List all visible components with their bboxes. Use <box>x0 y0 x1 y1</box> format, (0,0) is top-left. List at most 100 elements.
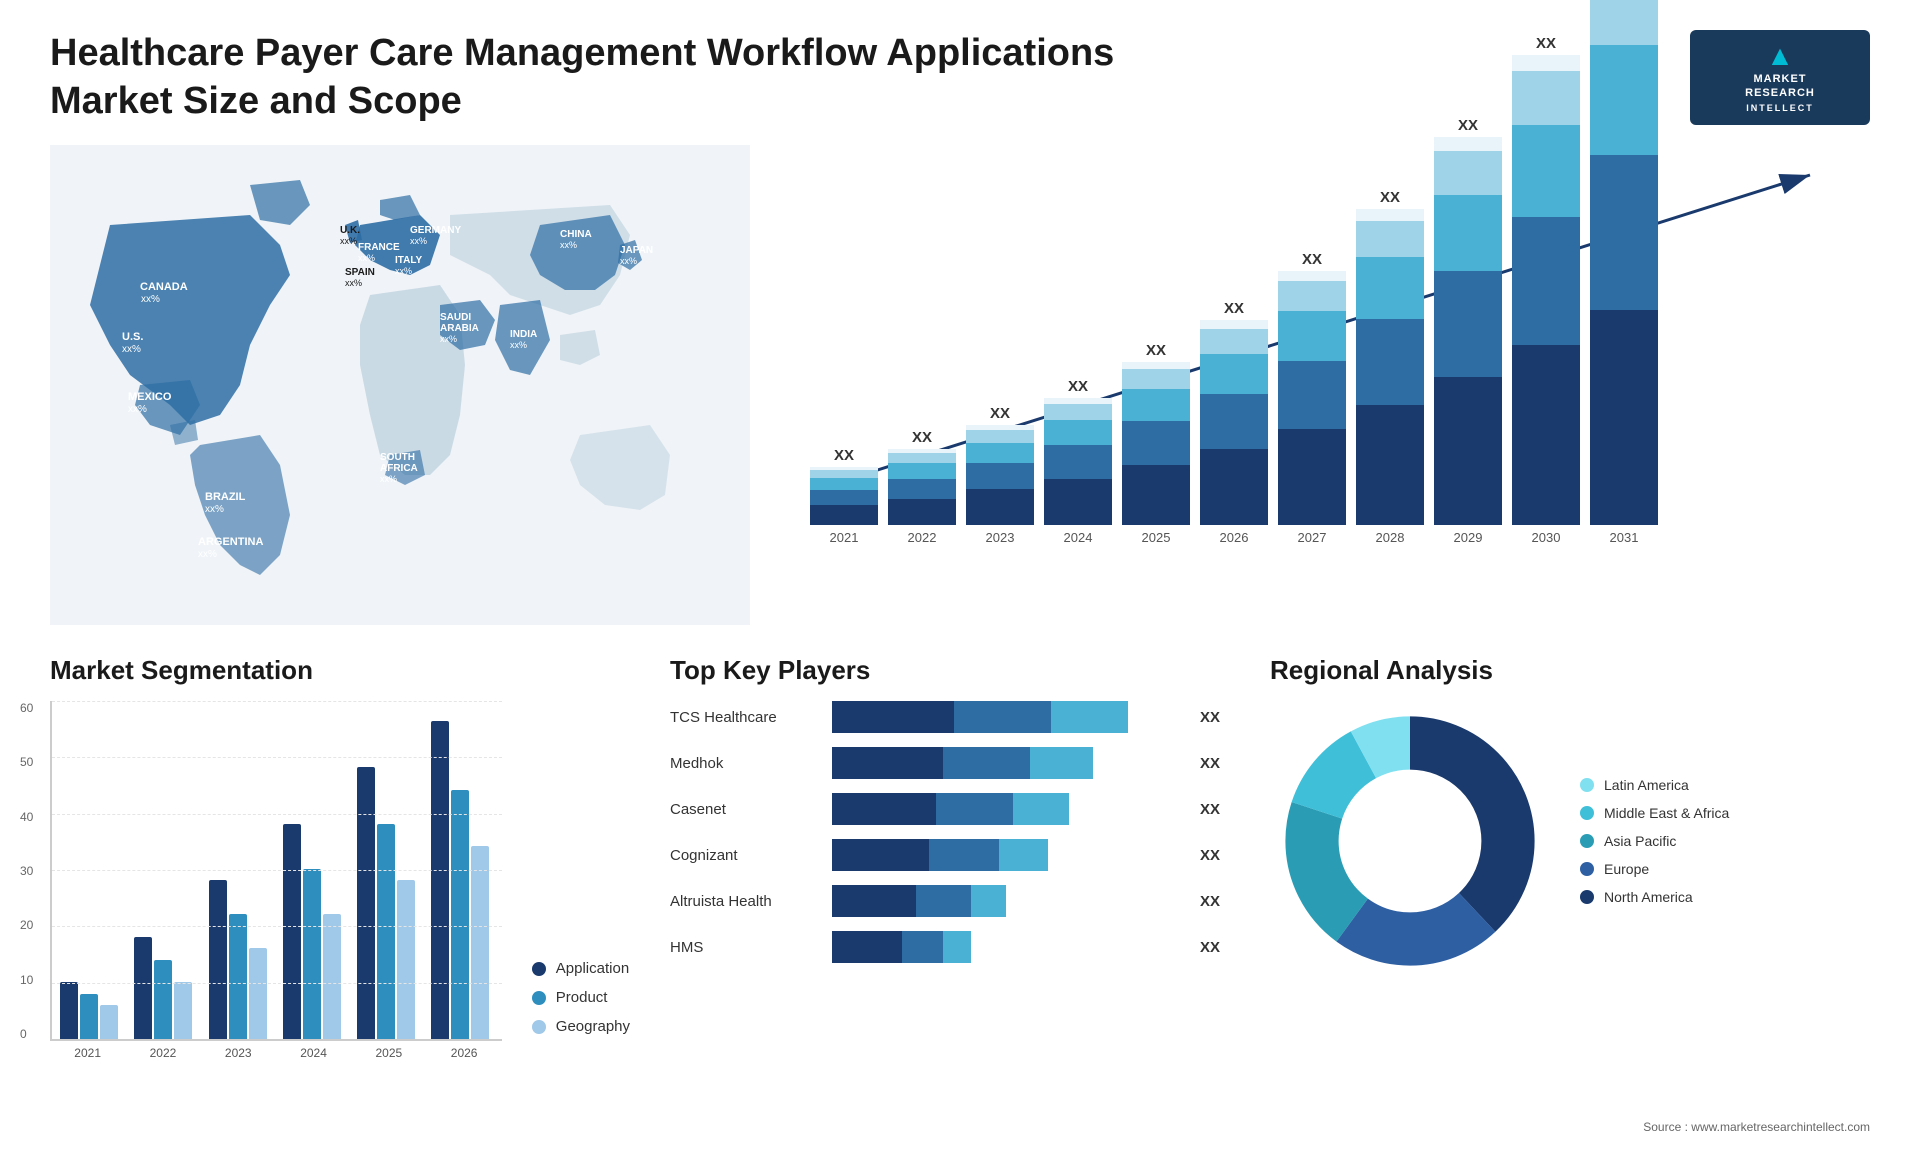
svg-text:xx%: xx% <box>380 474 397 484</box>
bar-2023: XX 2023 <box>966 405 1034 545</box>
bar-2024: XX 2024 <box>1044 378 1112 545</box>
bar-2030: XX 2030 <box>1512 35 1580 545</box>
donut-chart <box>1270 701 1550 981</box>
svg-text:xx%: xx% <box>345 278 362 288</box>
legend-dot-application <box>532 962 546 976</box>
player-xx-hms: XX <box>1200 939 1230 956</box>
legend-dot-geography <box>532 1020 546 1034</box>
svg-text:CANADA: CANADA <box>140 281 188 293</box>
player-name-medhok: Medhok <box>670 755 820 772</box>
source-text: Source : www.marketresearchintellect.com <box>1643 1120 1870 1134</box>
svg-text:INDIA: INDIA <box>510 329 537 340</box>
seg-x-labels: 2021 2022 2023 2024 2025 2026 <box>50 1046 502 1060</box>
map-section: CANADA xx% U.S. xx% MEXICO xx% BRAZIL xx… <box>50 145 750 625</box>
seg-bar-app-2021 <box>60 982 78 1039</box>
page-title: Healthcare Payer Care Management Workflo… <box>50 30 1114 125</box>
svg-text:xx%: xx% <box>440 334 457 344</box>
svg-text:xx%: xx% <box>510 340 527 350</box>
bar-2031: XX 2031 <box>1590 0 1658 545</box>
svg-text:xx%: xx% <box>122 344 141 355</box>
dot-north-america <box>1580 890 1594 904</box>
page-container: Healthcare Payer Care Management Workflo… <box>0 0 1920 1146</box>
seg-bar-2024 <box>283 824 345 1039</box>
seg-bar-2026 <box>431 721 493 1039</box>
dot-middle-east <box>1580 806 1594 820</box>
bar-2022: XX 2022 <box>888 429 956 545</box>
svg-text:xx%: xx% <box>358 253 375 263</box>
regional-legend: Latin America Middle East & Africa Asia … <box>1580 777 1729 905</box>
svg-text:SOUTH: SOUTH <box>380 452 415 463</box>
svg-text:JAPAN: JAPAN <box>620 245 653 256</box>
segmentation-section: Market Segmentation 60 50 40 30 20 10 0 <box>50 655 630 1175</box>
world-map-svg: CANADA xx% U.S. xx% MEXICO xx% BRAZIL xx… <box>50 145 750 625</box>
seg-bar-2022 <box>134 937 196 1039</box>
regional-title: Regional Analysis <box>1270 655 1870 686</box>
player-bar-altruista <box>832 885 1180 917</box>
donut-svg <box>1270 701 1550 981</box>
bottom-row: Market Segmentation 60 50 40 30 20 10 0 <box>50 655 1870 1175</box>
logo-icon: ▲ <box>1708 40 1852 72</box>
svg-text:xx%: xx% <box>560 240 577 250</box>
svg-text:xx%: xx% <box>410 236 427 246</box>
logo: ▲ MARKETRESEARCHINTELLECT <box>1690 30 1870 125</box>
player-name-hms: HMS <box>670 939 820 956</box>
seg-chart-area: 60 50 40 30 20 10 0 <box>50 701 630 1060</box>
player-cognizant: Cognizant XX <box>670 839 1230 871</box>
legend-asia-pacific: Asia Pacific <box>1580 833 1729 849</box>
bar-chart-bars: XX 2021 XX <box>790 165 1870 545</box>
player-name-cognizant: Cognizant <box>670 847 820 864</box>
bar-2029: XX 2029 <box>1434 117 1502 545</box>
players-section: Top Key Players TCS Healthcare XX Medhok <box>670 655 1230 1175</box>
svg-text:GERMANY: GERMANY <box>410 225 461 236</box>
bar-2027: XX 2027 <box>1278 251 1346 545</box>
legend-europe: Europe <box>1580 861 1729 877</box>
svg-text:SPAIN: SPAIN <box>345 267 375 278</box>
svg-text:ITALY: ITALY <box>395 255 423 266</box>
logo-block: ▲ MARKETRESEARCHINTELLECT <box>1690 30 1870 125</box>
svg-text:U.S.: U.S. <box>122 331 143 343</box>
svg-text:FRANCE: FRANCE <box>358 242 400 253</box>
player-bar-hms <box>832 931 1180 963</box>
top-row: CANADA xx% U.S. xx% MEXICO xx% BRAZIL xx… <box>50 145 1870 625</box>
regional-section: Regional Analysis <box>1270 655 1870 1175</box>
svg-text:xx%: xx% <box>340 236 357 246</box>
seg-y-axis: 60 50 40 30 20 10 0 <box>20 701 33 1041</box>
svg-text:ARABIA: ARABIA <box>440 323 479 334</box>
bar-2028: XX 2028 <box>1356 189 1424 545</box>
player-xx-medhok: XX <box>1200 755 1230 772</box>
svg-text:xx%: xx% <box>128 404 147 415</box>
title-block: Healthcare Payer Care Management Workflo… <box>50 30 1114 125</box>
bar-2021: XX 2021 <box>810 447 878 545</box>
svg-text:U.K.: U.K. <box>340 225 360 236</box>
player-medhok: Medhok XX <box>670 747 1230 779</box>
legend-product: Product <box>532 989 630 1006</box>
player-xx-casenet: XX <box>1200 801 1230 818</box>
legend-application: Application <box>532 960 630 977</box>
seg-bar-prod-2021 <box>80 994 98 1039</box>
svg-text:xx%: xx% <box>198 549 217 560</box>
svg-text:xx%: xx% <box>395 266 412 276</box>
svg-text:AFRICA: AFRICA <box>380 463 418 474</box>
donut-container: Latin America Middle East & Africa Asia … <box>1270 701 1870 981</box>
player-xx-tcs: XX <box>1200 709 1230 726</box>
dot-asia-pacific <box>1580 834 1594 848</box>
players-title: Top Key Players <box>670 655 1230 686</box>
player-bar-cognizant <box>832 839 1180 871</box>
player-bar-medhok <box>832 747 1180 779</box>
svg-text:ARGENTINA: ARGENTINA <box>198 536 263 548</box>
segmentation-title: Market Segmentation <box>50 655 630 686</box>
donut-center <box>1343 774 1477 908</box>
players-list: TCS Healthcare XX Medhok <box>670 701 1230 963</box>
bar-2026: XX 2026 <box>1200 300 1268 545</box>
player-tcs: TCS Healthcare XX <box>670 701 1230 733</box>
player-name-casenet: Casenet <box>670 801 820 818</box>
legend-latin-america: Latin America <box>1580 777 1729 793</box>
svg-text:xx%: xx% <box>141 294 160 305</box>
svg-text:xx%: xx% <box>620 256 637 266</box>
chart-section: XX 2021 XX <box>790 145 1870 625</box>
svg-text:SAUDI: SAUDI <box>440 312 471 323</box>
svg-text:MEXICO: MEXICO <box>128 391 172 403</box>
legend-north-america: North America <box>1580 889 1729 905</box>
svg-text:CHINA: CHINA <box>560 229 592 240</box>
player-name-tcs: TCS Healthcare <box>670 709 820 726</box>
